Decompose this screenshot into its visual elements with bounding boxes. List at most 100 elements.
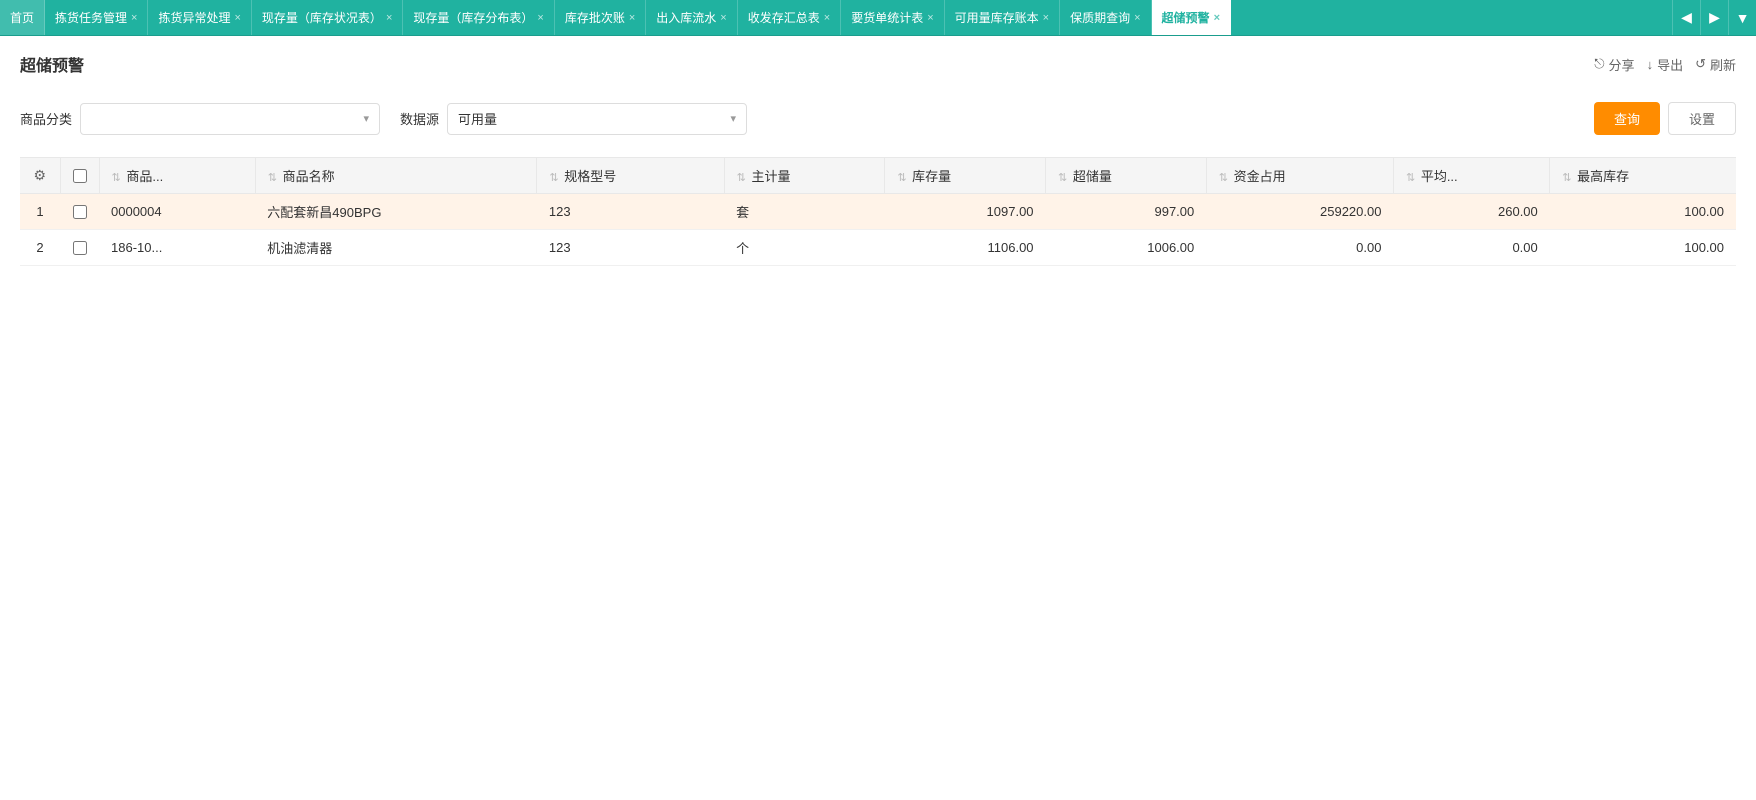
col-unit-label: 主计量 <box>751 169 790 184</box>
filter-buttons: 查询 设置 <box>1594 102 1736 135</box>
col-header-product-name[interactable]: ⇅ 商品名称 <box>255 158 537 194</box>
category-select[interactable]: ▾ <box>80 103 380 135</box>
sort-icon-name: ⇅ <box>268 172 277 184</box>
refresh-icon: ↺ <box>1695 56 1706 72</box>
close-available-ledger-icon[interactable]: × <box>1043 12 1049 24</box>
row2-checkbox-cell <box>60 230 99 266</box>
sort-icon-over: ⇅ <box>1058 172 1067 184</box>
close-stock-status-icon[interactable]: × <box>386 12 392 24</box>
col-header-unit[interactable]: ⇅ 主计量 <box>724 158 885 194</box>
nav-tab-expiry-check-label: 保质期查询 <box>1070 9 1130 26</box>
close-batch-account-icon[interactable]: × <box>629 12 635 24</box>
query-button[interactable]: 查询 <box>1594 102 1660 135</box>
nav-tab-in-out-flow[interactable]: 出入库流水 × <box>646 0 737 36</box>
nav-tab-overstock-warn[interactable]: 超储预警 × <box>1152 0 1231 36</box>
close-task-mgmt-icon[interactable]: × <box>131 12 137 24</box>
datasource-value: 可用量 <box>458 109 497 128</box>
row2-capital-occ: 0.00 <box>1206 230 1393 266</box>
col-header-capital-occ[interactable]: ⇅ 资金占用 <box>1206 158 1393 194</box>
share-action[interactable]: ⎋ 分享 <box>1594 55 1634 74</box>
sort-icon: ⇅ <box>112 172 121 184</box>
table-gear-icon[interactable]: ⚙ <box>33 167 46 184</box>
table-header-row: ⚙ ⇅ 商品... ⇅ 商品名称 ⇅ 规格型 <box>20 158 1736 194</box>
row1-max-stock: 100.00 <box>1550 194 1736 230</box>
row2-index: 2 <box>20 230 60 266</box>
share-icon: ⎋ <box>1594 56 1604 72</box>
close-collect-total-icon[interactable]: × <box>824 12 830 24</box>
export-action[interactable]: ↓ 导出 <box>1647 55 1684 74</box>
nav-tab-stock-status-label: 现存量（库存状况表） <box>262 9 382 26</box>
category-chevron-icon: ▾ <box>363 112 369 125</box>
row2-product-name: 机油滤清器 <box>255 230 537 266</box>
close-expiry-check-icon[interactable]: × <box>1134 12 1140 24</box>
row1-product-name: 六配套新昌490BPG <box>255 194 537 230</box>
nav-tab-home-label: 首页 <box>10 9 34 26</box>
nav-tab-in-out-flow-label: 出入库流水 <box>656 9 716 26</box>
sort-icon-capital: ⇅ <box>1219 172 1228 184</box>
row1-over-qty: 997.00 <box>1046 194 1207 230</box>
nav-tab-expiry-check[interactable]: 保质期查询 × <box>1060 0 1151 36</box>
nav-tab-abnormal[interactable]: 拣货异常处理 × <box>148 0 251 36</box>
col-header-over-qty[interactable]: ⇅ 超储量 <box>1046 158 1207 194</box>
close-overstock-warn-icon[interactable]: × <box>1214 12 1220 24</box>
data-table: ⚙ ⇅ 商品... ⇅ 商品名称 ⇅ 规格型 <box>20 157 1736 266</box>
row2-over-qty: 1006.00 <box>1046 230 1207 266</box>
col-header-checkbox <box>60 158 99 194</box>
nav-tab-available-ledger-label: 可用量库存账本 <box>955 9 1039 26</box>
nav-tab-stock-dist-label: 现存量（库存分布表） <box>413 9 533 26</box>
nav-arrows: ◀ ▶ ▼ <box>1672 0 1756 36</box>
page-content: 超储预警 ⎋ 分享 ↓ 导出 ↺ 刷新 商品分类 ▾ 数据源 <box>0 36 1756 800</box>
nav-arrow-right[interactable]: ▶ <box>1700 0 1728 36</box>
row1-unit: 套 <box>724 194 885 230</box>
row1-checkbox[interactable] <box>73 205 87 219</box>
row1-product-code: 0000004 <box>99 194 255 230</box>
col-header-stock-qty[interactable]: ⇅ 库存量 <box>885 158 1046 194</box>
close-abnormal-icon[interactable]: × <box>234 12 240 24</box>
filter-area: 商品分类 ▾ 数据源 可用量 ▾ 查询 设置 <box>20 92 1736 145</box>
export-label: 导出 <box>1657 55 1683 74</box>
nav-tab-order-stat[interactable]: 要货单统计表 × <box>841 0 944 36</box>
nav-tab-stock-dist[interactable]: 现存量（库存分布表） × <box>403 0 554 36</box>
close-in-out-flow-icon[interactable]: × <box>720 12 726 24</box>
settings-button[interactable]: 设置 <box>1668 102 1736 135</box>
nav-arrow-left[interactable]: ◀ <box>1672 0 1700 36</box>
col-product-code-label: 商品... <box>126 169 163 184</box>
header-checkbox[interactable] <box>73 169 87 183</box>
row2-spec: 123 <box>537 230 724 266</box>
sort-icon-stock: ⇅ <box>897 172 906 184</box>
col-capital-occ-label: 资金占用 <box>1234 169 1286 184</box>
close-order-stat-icon[interactable]: × <box>927 12 933 24</box>
row1-checkbox-cell <box>60 194 99 230</box>
row1-num: 1 <box>32 204 48 219</box>
nav-tab-task-mgmt[interactable]: 拣货任务管理 × <box>45 0 148 36</box>
category-label: 商品分类 <box>20 109 72 128</box>
table-row: 1 0000004 六配套新昌490BPG 123 套 1097.00 997.… <box>20 194 1736 230</box>
col-header-max-stock[interactable]: ⇅ 最高库存 <box>1550 158 1736 194</box>
row2-unit: 个 <box>724 230 885 266</box>
row2-avg: 0.00 <box>1393 230 1549 266</box>
header-actions: ⎋ 分享 ↓ 导出 ↺ 刷新 <box>1594 55 1736 74</box>
row1-capital-occ: 259220.00 <box>1206 194 1393 230</box>
row2-max-stock: 100.00 <box>1550 230 1736 266</box>
row2-checkbox[interactable] <box>73 241 87 255</box>
nav-tab-collect-total[interactable]: 收发存汇总表 × <box>738 0 841 36</box>
row1-stock-qty: 1097.00 <box>885 194 1046 230</box>
col-max-stock-label: 最高库存 <box>1577 169 1629 184</box>
col-header-spec[interactable]: ⇅ 规格型号 <box>537 158 724 194</box>
nav-tab-available-ledger[interactable]: 可用量库存账本 × <box>945 0 1060 36</box>
nav-tab-abnormal-label: 拣货异常处理 <box>158 9 230 26</box>
nav-tab-overstock-warn-label: 超储预警 <box>1162 9 1210 26</box>
refresh-action[interactable]: ↺ 刷新 <box>1695 55 1736 74</box>
nav-tab-stock-status[interactable]: 现存量（库存状况表） × <box>252 0 403 36</box>
row2-num: 2 <box>32 240 48 255</box>
nav-tab-batch-account[interactable]: 库存批次账 × <box>555 0 646 36</box>
close-stock-dist-icon[interactable]: × <box>537 12 543 24</box>
nav-tab-collect-total-label: 收发存汇总表 <box>748 9 820 26</box>
row2-stock-qty: 1106.00 <box>885 230 1046 266</box>
col-header-product-code[interactable]: ⇅ 商品... <box>99 158 255 194</box>
nav-tab-home[interactable]: 首页 <box>0 0 45 36</box>
nav-tab-order-stat-label: 要货单统计表 <box>851 9 923 26</box>
nav-arrow-more[interactable]: ▼ <box>1728 0 1756 36</box>
col-header-avg[interactable]: ⇅ 平均... <box>1393 158 1549 194</box>
datasource-select[interactable]: 可用量 ▾ <box>447 103 747 135</box>
